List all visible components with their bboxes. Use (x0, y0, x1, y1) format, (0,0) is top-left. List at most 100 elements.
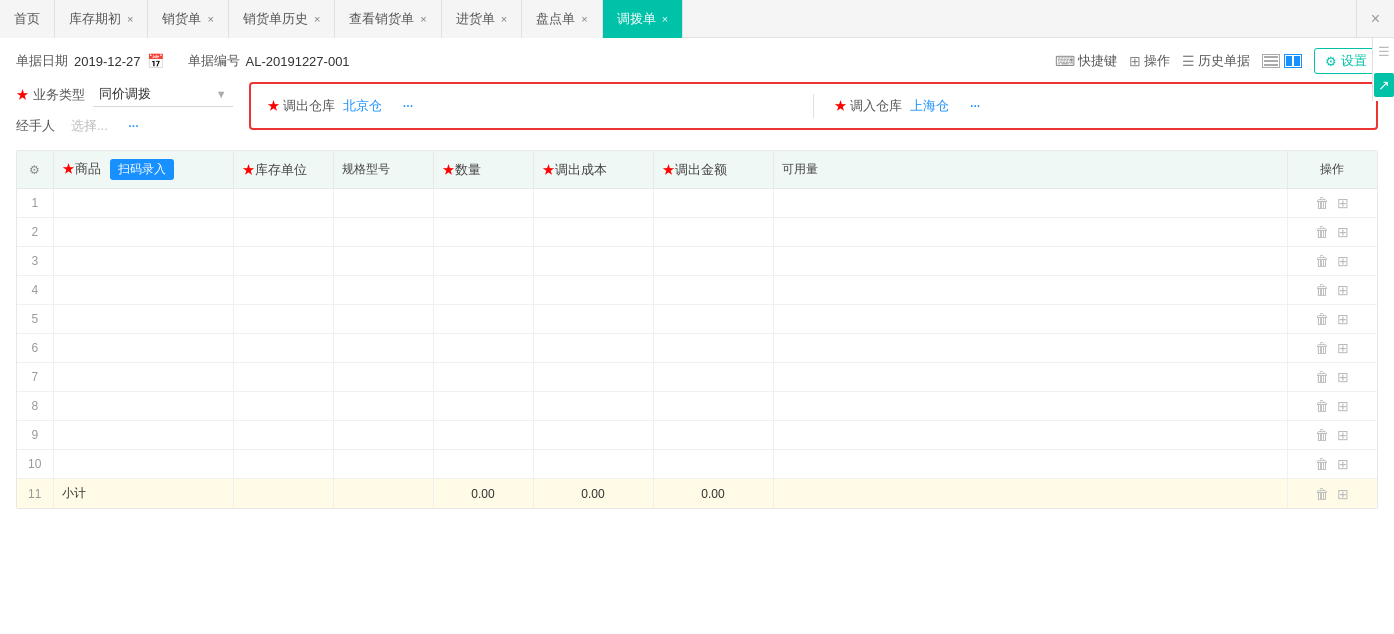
expand-sidebar-icon[interactable]: ↗ (1374, 73, 1394, 97)
qty-cell[interactable] (433, 276, 533, 305)
amount-cell[interactable] (653, 276, 773, 305)
product-cell[interactable] (53, 189, 233, 218)
unit-cell[interactable] (233, 218, 333, 247)
tab-sales-history[interactable]: 销货单历史 × (229, 0, 335, 38)
delete-icon[interactable]: 🗑 (1315, 398, 1329, 414)
copy-icon[interactable]: ⊞ (1337, 340, 1349, 356)
qty-cell[interactable] (433, 363, 533, 392)
delete-icon[interactable]: 🗑 (1315, 369, 1329, 385)
close-icon[interactable]: × (501, 13, 507, 25)
unit-cell[interactable] (233, 392, 333, 421)
unit-cell[interactable] (233, 305, 333, 334)
qty-cell[interactable] (433, 392, 533, 421)
amount-cell[interactable] (653, 363, 773, 392)
product-cell[interactable] (53, 247, 233, 276)
tab-sales-order[interactable]: 销货单 × (148, 0, 228, 38)
copy-icon[interactable]: ⊞ (1337, 369, 1349, 385)
tab-transfer-order[interactable]: 调拨单 × (603, 0, 683, 38)
cost-cell[interactable] (533, 450, 653, 479)
unit-cell[interactable] (233, 247, 333, 276)
copy-icon[interactable]: ⊞ (1337, 224, 1349, 240)
qty-cell[interactable] (433, 450, 533, 479)
operations-button[interactable]: ⊞ 操作 (1129, 52, 1170, 70)
spec-cell[interactable] (333, 392, 433, 421)
unit-cell[interactable] (233, 276, 333, 305)
unit-cell[interactable] (233, 189, 333, 218)
cost-cell[interactable] (533, 247, 653, 276)
window-close-button[interactable]: × (1356, 0, 1394, 38)
unit-cell[interactable] (233, 334, 333, 363)
copy-icon[interactable]: ⊞ (1337, 253, 1349, 269)
cost-cell[interactable] (533, 421, 653, 450)
spec-cell[interactable] (333, 276, 433, 305)
product-cell[interactable] (53, 392, 233, 421)
unit-cell[interactable] (233, 421, 333, 450)
spec-cell[interactable] (333, 334, 433, 363)
delete-icon[interactable]: 🗑 (1315, 195, 1329, 211)
cost-cell[interactable] (533, 218, 653, 247)
in-warehouse-value[interactable]: 上海仓 (910, 97, 949, 115)
cost-cell[interactable] (533, 305, 653, 334)
in-warehouse-more-button[interactable]: ··· (969, 97, 979, 115)
copy-icon[interactable]: ⊞ (1337, 195, 1349, 211)
settings-col-header[interactable]: ⚙ (17, 151, 53, 189)
shortcuts-button[interactable]: ⌨ 快捷键 (1055, 52, 1117, 70)
spec-cell[interactable] (333, 189, 433, 218)
close-icon[interactable]: × (581, 13, 587, 25)
tab-inventory-init[interactable]: 库存期初 × (55, 0, 148, 38)
copy-icon[interactable]: ⊞ (1337, 398, 1349, 414)
delete-icon[interactable]: 🗑 (1315, 282, 1329, 298)
delete-icon[interactable]: 🗑 (1315, 224, 1329, 240)
amount-cell[interactable] (653, 247, 773, 276)
product-cell[interactable] (53, 450, 233, 479)
layout-icon-2[interactable] (1284, 54, 1302, 68)
list-sidebar-icon[interactable]: ☰ (1376, 42, 1392, 61)
product-cell[interactable] (53, 334, 233, 363)
close-icon[interactable]: × (314, 13, 320, 25)
delete-icon[interactable]: 🗑 (1315, 253, 1329, 269)
amount-cell[interactable] (653, 392, 773, 421)
cost-cell[interactable] (533, 334, 653, 363)
tab-view-sales[interactable]: 查看销货单 × (335, 0, 441, 38)
product-cell[interactable] (53, 305, 233, 334)
unit-cell[interactable] (233, 450, 333, 479)
setting-button[interactable]: ⚙ 设置 (1314, 48, 1378, 74)
delete-icon[interactable]: 🗑 (1315, 456, 1329, 472)
tab-purchase-order[interactable]: 进货单 × (442, 0, 522, 38)
amount-cell[interactable] (653, 334, 773, 363)
product-cell[interactable] (53, 276, 233, 305)
delete-icon[interactable]: 🗑 (1315, 340, 1329, 356)
product-cell[interactable] (53, 421, 233, 450)
scan-button[interactable]: 扫码录入 (110, 159, 174, 180)
amount-cell[interactable] (653, 189, 773, 218)
product-cell[interactable] (53, 218, 233, 247)
tab-inventory-check[interactable]: 盘点单 × (522, 0, 602, 38)
layout-icon-1[interactable] (1262, 54, 1280, 68)
amount-cell[interactable] (653, 421, 773, 450)
product-cell[interactable] (53, 363, 233, 392)
close-icon[interactable]: × (127, 13, 133, 25)
history-button[interactable]: ☰ 历史单据 (1182, 52, 1250, 70)
spec-cell[interactable] (333, 305, 433, 334)
copy-icon[interactable]: ⊞ (1337, 282, 1349, 298)
out-warehouse-more-button[interactable]: ··· (402, 97, 412, 115)
spec-cell[interactable] (333, 450, 433, 479)
delete-icon[interactable]: 🗑 (1315, 486, 1329, 502)
qty-cell[interactable] (433, 305, 533, 334)
handler-select[interactable]: 选择... (71, 117, 108, 135)
spec-cell[interactable] (333, 363, 433, 392)
cost-cell[interactable] (533, 363, 653, 392)
cost-cell[interactable] (533, 189, 653, 218)
spec-cell[interactable] (333, 218, 433, 247)
calendar-icon[interactable]: 📅 (147, 53, 164, 69)
copy-icon[interactable]: ⊞ (1337, 427, 1349, 443)
business-type-select[interactable]: 同价调拨 ▼ (93, 82, 233, 107)
cost-cell[interactable] (533, 276, 653, 305)
qty-cell[interactable] (433, 247, 533, 276)
cost-cell[interactable] (533, 392, 653, 421)
amount-cell[interactable] (653, 218, 773, 247)
tab-home[interactable]: 首页 (0, 0, 55, 38)
delete-icon[interactable]: 🗑 (1315, 311, 1329, 327)
unit-cell[interactable] (233, 363, 333, 392)
qty-cell[interactable] (433, 334, 533, 363)
